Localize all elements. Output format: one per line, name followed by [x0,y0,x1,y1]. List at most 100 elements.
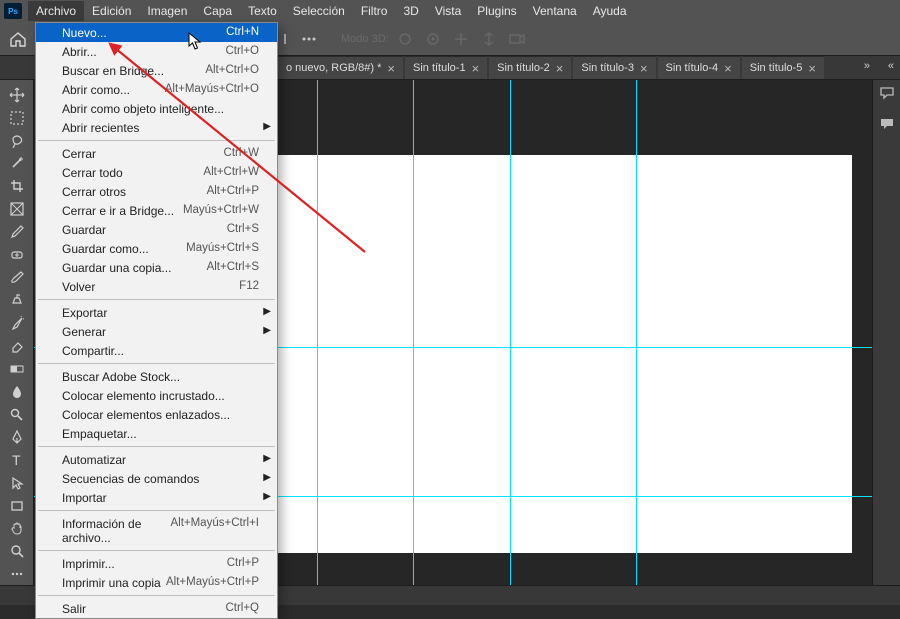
menu-item[interactable]: VolverF12 [36,277,277,296]
menu-item-label: Abrir como objeto inteligente... [62,102,224,116]
menu-item[interactable]: Cerrar todoAlt+Ctrl+W [36,163,277,182]
eyedropper-tool-icon[interactable] [3,221,31,243]
more-options-icon[interactable] [297,27,321,51]
crop-tool-icon[interactable] [3,175,31,197]
menu-item[interactable]: GuardarCtrl+S [36,220,277,239]
move-tool-icon[interactable] [3,84,31,106]
document-tab[interactable]: Sin título-4× [658,56,740,79]
menu-item[interactable]: Abrir recientes▶ [36,118,277,137]
menu-item[interactable]: Información de archivo...Alt+Mayús+Ctrl+… [36,514,277,547]
close-icon[interactable]: × [640,61,648,76]
3d-roll-icon[interactable] [421,27,445,51]
3d-slide-icon[interactable] [477,27,501,51]
close-icon[interactable]: × [724,61,732,76]
menu-item[interactable]: SalirCtrl+Q [36,599,277,618]
lasso-tool-icon[interactable] [3,130,31,152]
menu-item[interactable]: Nuevo...Ctrl+N [36,23,277,42]
menu-ventana[interactable]: Ventana [525,1,585,21]
menu-item[interactable]: Imprimir una copiaAlt+Mayús+Ctrl+P [36,573,277,592]
mode-3d-label: Modo 3D: [341,33,389,45]
menu-item[interactable]: Colocar elementos enlazados... [36,405,277,424]
menu-separator [38,299,275,300]
menu-vista[interactable]: Vista [427,1,469,21]
menu-item[interactable]: Automatizar▶ [36,450,277,469]
magic-wand-tool-icon[interactable] [3,152,31,174]
document-tab[interactable]: Sin título-3 × [573,56,655,79]
menu-item-label: Guardar una copia... [62,261,171,275]
menu-item[interactable]: Importar▶ [36,488,277,507]
type-tool-icon[interactable]: T [3,449,31,471]
panel-collapse-icon[interactable]: « [888,60,894,72]
menu-item[interactable]: CerrarCtrl+W [36,144,277,163]
menu-item-label: Colocar elementos enlazados... [62,408,230,422]
menu-item[interactable]: Empaquetar... [36,424,277,443]
zoom-tool-icon[interactable] [3,540,31,562]
svg-text:T: T [12,453,21,467]
dodge-tool-icon[interactable] [3,403,31,425]
blur-tool-icon[interactable] [3,381,31,403]
tab-label: Sin título-3 [581,62,634,74]
libraries-panel-icon[interactable] [879,117,895,134]
vertical-guide[interactable] [510,80,511,585]
menu-shortcut: Ctrl+N [226,26,259,40]
close-icon[interactable]: × [556,61,564,76]
toolbar-more-icon[interactable] [3,563,31,585]
menu-3d[interactable]: 3D [395,1,426,21]
eraser-tool-icon[interactable] [3,335,31,357]
history-brush-tool-icon[interactable] [3,312,31,334]
3d-pan-icon[interactable] [449,27,473,51]
document-tab[interactable]: Sin título-2× [489,56,571,79]
pen-tool-icon[interactable] [3,426,31,448]
menu-item[interactable]: Abrir como objeto inteligente... [36,99,277,118]
document-tab[interactable]: Sin título-1× [405,56,487,79]
menu-item[interactable]: Buscar Adobe Stock... [36,367,277,386]
menu-item[interactable]: Colocar elemento incrustado... [36,386,277,405]
menu-imagen[interactable]: Imagen [139,1,195,21]
menu-item[interactable]: Imprimir...Ctrl+P [36,554,277,573]
close-icon[interactable]: × [472,61,480,76]
tools-panel: T [0,80,34,585]
tabs-overflow-icon[interactable]: » [864,60,870,72]
menu-item[interactable]: Generar▶ [36,322,277,341]
menu-item[interactable]: Abrir como...Alt+Mayús+Ctrl+O [36,80,277,99]
comments-panel-icon[interactable] [879,86,895,103]
menu-edición[interactable]: Edición [84,1,139,21]
menu-item-label: Imprimir una copia [62,576,161,590]
menu-ayuda[interactable]: Ayuda [585,1,635,21]
gradient-tool-icon[interactable] [3,358,31,380]
menu-item[interactable]: Compartir... [36,341,277,360]
menu-plugins[interactable]: Plugins [469,1,524,21]
home-icon[interactable] [6,27,30,51]
document-tab[interactable]: Sin título-5× [742,56,824,79]
marquee-tool-icon[interactable] [3,107,31,129]
menu-texto[interactable]: Texto [240,1,285,21]
vertical-guide[interactable] [636,80,637,585]
path-selection-tool-icon[interactable] [3,472,31,494]
3d-camera-icon[interactable] [505,27,529,51]
clone-stamp-tool-icon[interactable] [3,289,31,311]
rectangle-tool-icon[interactable] [3,495,31,517]
healing-brush-tool-icon[interactable] [3,244,31,266]
3d-orbit-icon[interactable] [393,27,417,51]
menu-capa[interactable]: Capa [195,1,240,21]
brush-tool-icon[interactable] [3,267,31,289]
menu-item[interactable]: Exportar▶ [36,303,277,322]
document-tab[interactable]: o nuevo, RGB/8#) *× [278,56,403,79]
menu-item[interactable]: Cerrar otrosAlt+Ctrl+P [36,182,277,201]
vertical-guide[interactable] [413,80,414,585]
menu-item[interactable]: Secuencias de comandos▶ [36,469,277,488]
menu-item[interactable]: Abrir...Ctrl+O [36,42,277,61]
menu-item[interactable]: Cerrar e ir a Bridge...Mayús+Ctrl+W [36,201,277,220]
menu-item[interactable]: Guardar una copia...Alt+Ctrl+S [36,258,277,277]
menu-filtro[interactable]: Filtro [353,1,396,21]
hand-tool-icon[interactable] [3,517,31,539]
close-icon[interactable]: × [808,61,816,76]
menu-item[interactable]: Guardar como...Mayús+Ctrl+S [36,239,277,258]
menu-selección[interactable]: Selección [285,1,353,21]
close-icon[interactable]: × [387,61,395,76]
menu-item-label: Información de archivo... [62,517,170,545]
menu-archivo[interactable]: Archivo [28,1,84,21]
frame-tool-icon[interactable] [3,198,31,220]
menu-item[interactable]: Buscar en Bridge...Alt+Ctrl+O [36,61,277,80]
vertical-guide[interactable] [317,80,318,585]
